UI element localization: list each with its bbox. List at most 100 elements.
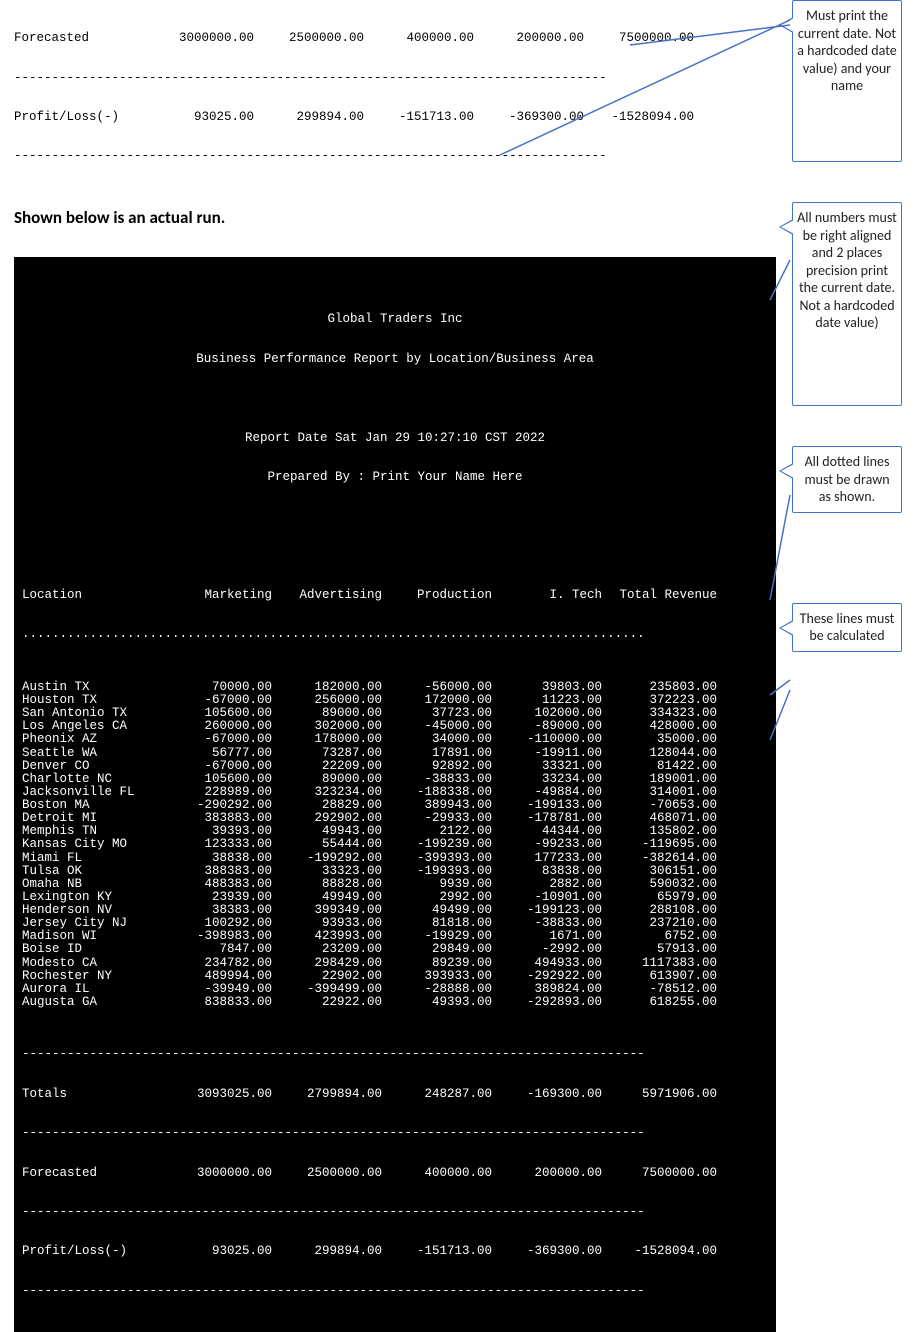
cell: 288108.00 <box>602 904 717 917</box>
cell: 838833.00 <box>162 996 272 1009</box>
cell: 29849.00 <box>382 943 492 956</box>
location-cell: Tulsa OK <box>22 865 162 878</box>
cell: 49393.00 <box>382 996 492 1009</box>
cell: 399349.00 <box>272 904 382 917</box>
cell: 81818.00 <box>382 917 492 930</box>
cell: 38838.00 <box>162 852 272 865</box>
table-row: Madison WI-398983.00423993.00-19929.0016… <box>22 930 768 943</box>
cell: 590032.00 <box>602 878 717 891</box>
col-production: Production <box>382 589 492 602</box>
cell: -151713.00 <box>374 111 484 124</box>
table-row: Pheonix AZ-67000.00178000.0034000.00-110… <box>22 733 768 746</box>
cell: 135802.00 <box>602 825 717 838</box>
cell: 56777.00 <box>162 747 272 760</box>
cell: -151713.00 <box>382 1245 492 1258</box>
cell: 23209.00 <box>272 943 382 956</box>
cell: 400000.00 <box>374 32 484 45</box>
cell: 178000.00 <box>272 733 382 746</box>
caption: Shown below is an actual run. <box>14 209 900 227</box>
summary-row-totals: Totals 3093025.00 2799894.00 248287.00 -… <box>22 1088 768 1101</box>
cell: 33234.00 <box>492 773 602 786</box>
cell: 2122.00 <box>382 825 492 838</box>
cell: -110000.00 <box>492 733 602 746</box>
callout-date-name: Must print the current date. Not a hardc… <box>792 0 902 162</box>
dash-line: ----------------------------------------… <box>14 72 654 85</box>
cell: -199123.00 <box>492 904 602 917</box>
cell: -29933.00 <box>382 812 492 825</box>
cell: 2799894.00 <box>272 1088 382 1101</box>
cell: 128044.00 <box>602 747 717 760</box>
cell: 88828.00 <box>272 878 382 891</box>
table-row: Denver CO-67000.0022209.0092892.0033321.… <box>22 760 768 773</box>
cell: 389943.00 <box>382 799 492 812</box>
table-row: Charlotte NC105600.0089000.00-38833.0033… <box>22 773 768 786</box>
cell: -19929.00 <box>382 930 492 943</box>
cell: 7847.00 <box>162 943 272 956</box>
location-cell: Henderson NV <box>22 904 162 917</box>
dash-line: ----------------------------------------… <box>22 1206 768 1219</box>
cell: 35000.00 <box>602 733 717 746</box>
callouts: Must print the current date. Not a hardc… <box>792 0 902 660</box>
cell: -1528094.00 <box>602 1245 717 1258</box>
top-row-forecasted: Forecasted 3000000.00 2500000.00 400000.… <box>14 32 900 45</box>
company-name: Global Traders Inc <box>22 313 768 326</box>
cell: 189001.00 <box>602 773 717 786</box>
cell: 3000000.00 <box>162 1167 272 1180</box>
column-headers: Location Marketing Advertising Productio… <box>22 589 768 602</box>
cell: 299894.00 <box>272 1245 382 1258</box>
cell: -10901.00 <box>492 891 602 904</box>
cell: -382614.00 <box>602 852 717 865</box>
col-advertising: Advertising <box>272 589 382 602</box>
cell: 93025.00 <box>162 1245 272 1258</box>
table-row: Boston MA-290292.0028829.00389943.00-199… <box>22 799 768 812</box>
cell: 123333.00 <box>162 838 272 851</box>
cell: 9939.00 <box>382 878 492 891</box>
cell: 33321.00 <box>492 760 602 773</box>
cell: -2992.00 <box>492 943 602 956</box>
location-cell: Modesto CA <box>22 957 162 970</box>
cell: 389824.00 <box>492 983 602 996</box>
cell: 248287.00 <box>382 1088 492 1101</box>
location-cell: Detroit MI <box>22 812 162 825</box>
cell: -178781.00 <box>492 812 602 825</box>
cell: -199239.00 <box>382 838 492 851</box>
cell: 83838.00 <box>492 865 602 878</box>
location-cell: Jacksonville FL <box>22 786 162 799</box>
cell: 100292.00 <box>162 917 272 930</box>
cell: 49499.00 <box>382 904 492 917</box>
dash-line: ----------------------------------------… <box>22 1127 768 1140</box>
table-row: Lexington KY23939.0049949.002992.00-1090… <box>22 891 768 904</box>
cell: -78512.00 <box>602 983 717 996</box>
location-cell: Boston MA <box>22 799 162 812</box>
row-label: Profit/Loss(-) <box>14 111 154 124</box>
cell: -369300.00 <box>492 1245 602 1258</box>
cell: 618255.00 <box>602 996 717 1009</box>
dash-line: ----------------------------------------… <box>22 1048 768 1061</box>
table-row: Augusta GA838833.0022922.0049393.00-2928… <box>22 996 768 1009</box>
cell: 89239.00 <box>382 957 492 970</box>
cell: 105600.00 <box>162 773 272 786</box>
cell: 49943.00 <box>272 825 382 838</box>
cell: 200000.00 <box>492 1167 602 1180</box>
location-cell: Omaha NB <box>22 878 162 891</box>
cell: -38833.00 <box>492 917 602 930</box>
cell: 228989.00 <box>162 786 272 799</box>
location-cell: Augusta GA <box>22 996 162 1009</box>
cell: -1528094.00 <box>594 111 704 124</box>
cell: 323234.00 <box>272 786 382 799</box>
cell: 44344.00 <box>492 825 602 838</box>
cell: 49949.00 <box>272 891 382 904</box>
location-cell: Charlotte NC <box>22 773 162 786</box>
cell: 28829.00 <box>272 799 382 812</box>
dotted-line: ........................................… <box>22 628 768 641</box>
table-row: Aurora IL-39949.00-399499.00-28888.00389… <box>22 983 768 996</box>
callout-dotted-lines: All dotted lines must be drawn as shown. <box>792 446 902 513</box>
cell: 383883.00 <box>162 812 272 825</box>
table-row: Tulsa OK388383.0033323.00-199393.0083838… <box>22 865 768 878</box>
col-total: Total Revenue <box>602 589 717 602</box>
cell: 298429.00 <box>272 957 382 970</box>
cell: 613907.00 <box>602 970 717 983</box>
cell: -199393.00 <box>382 865 492 878</box>
cell: 2882.00 <box>492 878 602 891</box>
cell: 23939.00 <box>162 891 272 904</box>
